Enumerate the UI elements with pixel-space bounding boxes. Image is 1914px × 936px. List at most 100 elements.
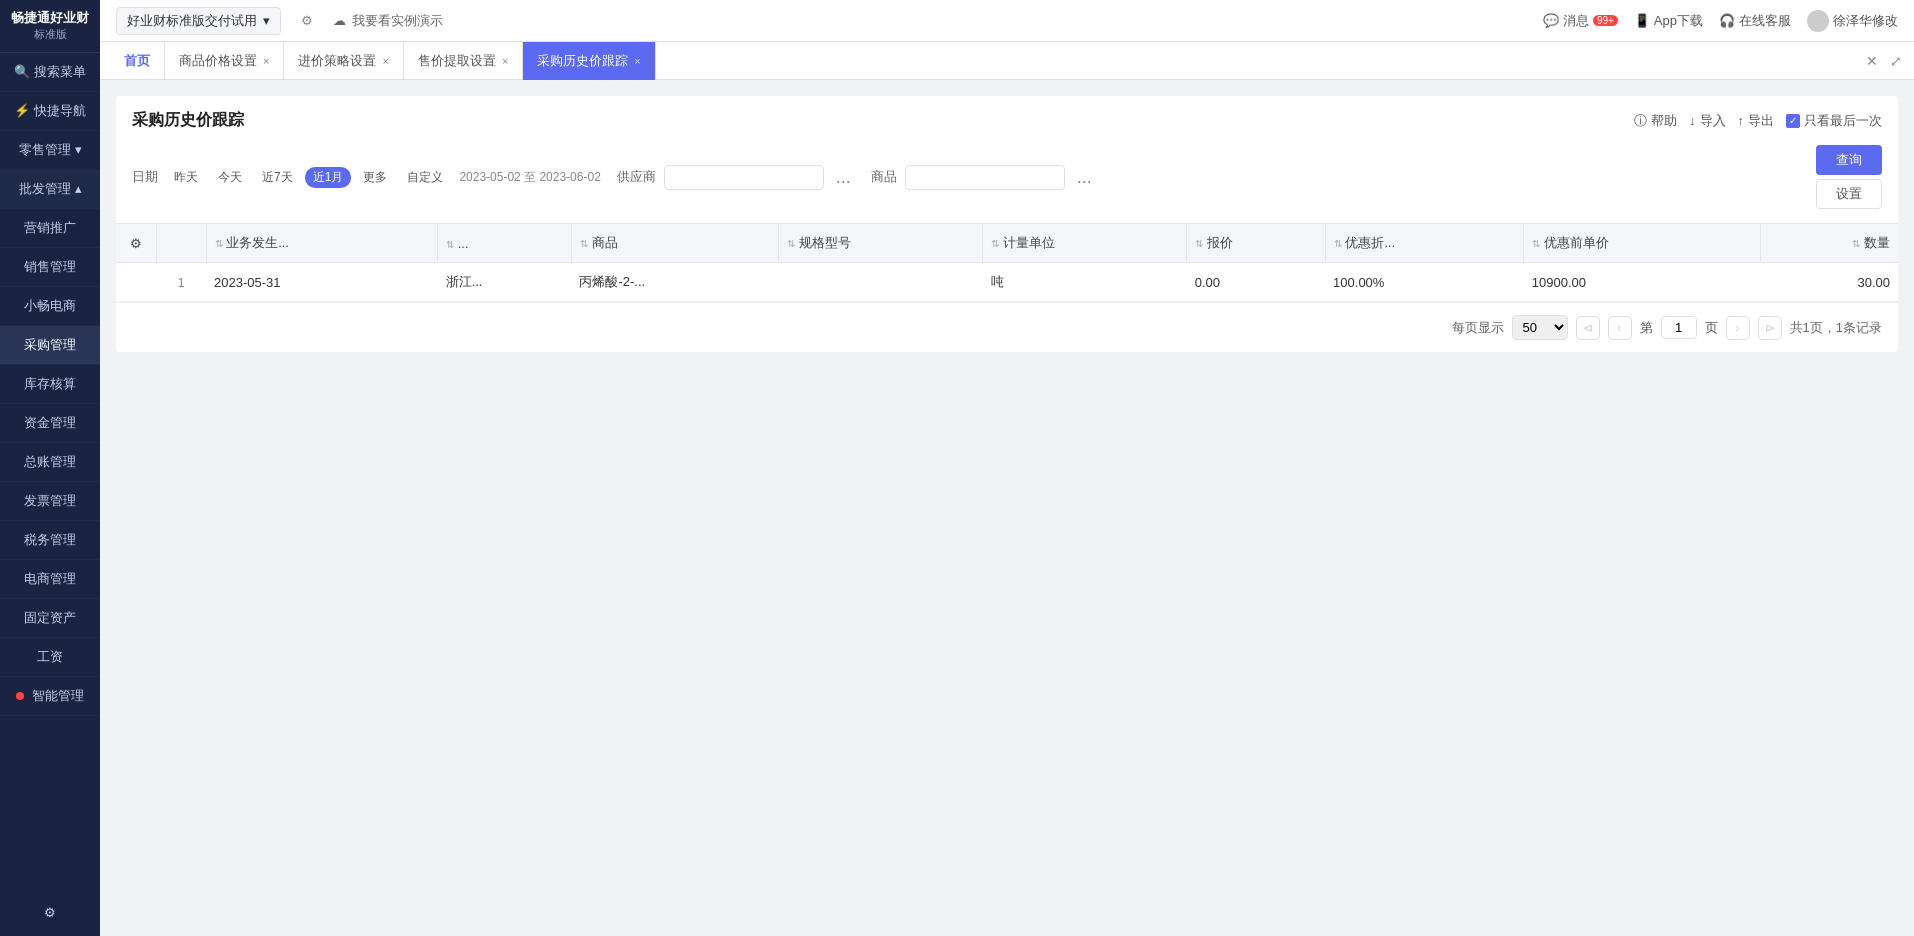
th-qty[interactable]: ⇅ 数量 bbox=[1761, 224, 1898, 263]
th-date[interactable]: ⇅ 业务发生... bbox=[206, 224, 438, 263]
td-discount: 100.00% bbox=[1325, 263, 1524, 302]
sidebar-item-invoice[interactable]: 发票管理 bbox=[0, 482, 100, 521]
sidebar-item-marketing[interactable]: 营销推广 bbox=[0, 209, 100, 248]
sidebar-item-label: 批发管理 bbox=[19, 180, 71, 198]
sidebar-item-salary[interactable]: 工资 bbox=[0, 638, 100, 677]
per-page-select[interactable]: 50 10 20 100 bbox=[1512, 315, 1568, 340]
export-label: 导出 bbox=[1748, 112, 1774, 130]
sidebar-item-inventory[interactable]: 库存核算 bbox=[0, 365, 100, 404]
sidebar-item-label: 发票管理 bbox=[24, 492, 76, 510]
supplier-input[interactable] bbox=[664, 165, 824, 190]
prev-page-btn[interactable]: ‹ bbox=[1608, 316, 1632, 340]
page-card: 采购历史价跟踪 ⓘ 帮助 ↓ 导入 ↑ 导出 bbox=[116, 96, 1898, 352]
page-number-input[interactable] bbox=[1661, 316, 1697, 339]
online-service-btn[interactable]: 🎧 在线客服 bbox=[1719, 12, 1791, 30]
sidebar-item-quicknav[interactable]: ⚡ 快捷导航 bbox=[0, 92, 100, 131]
sidebar-item-tax[interactable]: 税务管理 bbox=[0, 521, 100, 560]
first-page-btn[interactable]: ⊲ bbox=[1576, 316, 1600, 340]
supplier-more-btn[interactable]: ... bbox=[832, 168, 855, 186]
td-unit: 吨 bbox=[983, 263, 1187, 302]
goods-input[interactable] bbox=[905, 165, 1065, 190]
sort-icon: ⇅ bbox=[1334, 238, 1342, 249]
tab-sale-price-extract[interactable]: 售价提取设置 × bbox=[404, 42, 523, 80]
tab-label: 采购历史价跟踪 bbox=[537, 52, 628, 70]
import-btn[interactable]: ↓ 导入 bbox=[1689, 112, 1726, 130]
tab-purchase-price-strategy[interactable]: 进价策略设置 × bbox=[284, 42, 403, 80]
edition-label: 好业财标准版交付试用 bbox=[127, 12, 257, 30]
th-extra[interactable]: ⇅ ... bbox=[438, 224, 572, 263]
sidebar-item-label: 固定资产 bbox=[24, 609, 76, 627]
window-maximize-btn[interactable]: ⤢ bbox=[1888, 53, 1904, 69]
edition-selector[interactable]: 好业财标准版交付试用 ▾ bbox=[116, 7, 281, 35]
sidebar-item-ecommerce-small[interactable]: 小畅电商 bbox=[0, 287, 100, 326]
sidebar-settings-btn[interactable]: ⚙ bbox=[38, 899, 62, 926]
page-label: 第 bbox=[1640, 319, 1653, 337]
sidebar-item-label: 销售管理 bbox=[24, 258, 76, 276]
demo-label: 我要看实例演示 bbox=[352, 12, 443, 30]
date-option-1month[interactable]: 近1月 bbox=[305, 167, 352, 188]
message-btn[interactable]: 💬 消息 99+ bbox=[1543, 12, 1618, 30]
sidebar-item-ai[interactable]: 智能管理 bbox=[0, 677, 100, 716]
content-area: 采购历史价跟踪 ⓘ 帮助 ↓ 导入 ↑ 导出 bbox=[100, 80, 1914, 936]
th-quote[interactable]: ⇅ 报价 bbox=[1187, 224, 1325, 263]
sidebar-item-sales[interactable]: 销售管理 bbox=[0, 248, 100, 287]
chevron-up-icon: ▴ bbox=[75, 181, 82, 196]
th-price[interactable]: ⇅ 优惠前单价 bbox=[1524, 224, 1761, 263]
settings-btn[interactable]: 设置 bbox=[1816, 179, 1882, 209]
tab-home[interactable]: 首页 bbox=[110, 42, 165, 80]
th-gear[interactable]: ⚙ bbox=[116, 224, 156, 263]
user-btn[interactable]: 徐泽华修改 bbox=[1807, 10, 1898, 32]
sort-icon: ⇅ bbox=[215, 238, 223, 249]
td-goods: 丙烯酸-2-... bbox=[571, 263, 778, 302]
message-icon: 💬 bbox=[1543, 13, 1559, 28]
tab-purchase-history[interactable]: 采购历史价跟踪 × bbox=[523, 42, 655, 80]
th-price-label: 优惠前单价 bbox=[1544, 235, 1609, 250]
only-last-checkbox[interactable]: 只看最后一次 bbox=[1786, 112, 1882, 130]
per-page-label: 每页显示 bbox=[1452, 319, 1504, 337]
th-date-label: 业务发生... bbox=[226, 235, 289, 250]
sidebar-item-ledger[interactable]: 总账管理 bbox=[0, 443, 100, 482]
date-option-yesterday[interactable]: 昨天 bbox=[166, 167, 206, 188]
close-icon[interactable]: × bbox=[382, 55, 388, 67]
next-page-btn[interactable]: › bbox=[1726, 316, 1750, 340]
date-option-custom[interactable]: 自定义 bbox=[399, 167, 451, 188]
th-unit[interactable]: ⇅ 计量单位 bbox=[983, 224, 1187, 263]
close-icon[interactable]: × bbox=[634, 55, 640, 67]
th-spec[interactable]: ⇅ 规格型号 bbox=[778, 224, 982, 263]
sidebar-item-wholesale[interactable]: 批发管理 ▴ bbox=[0, 170, 100, 209]
sidebar-item-label: 工资 bbox=[37, 648, 63, 666]
demo-btn[interactable]: ☁ 我要看实例演示 bbox=[333, 12, 443, 30]
sort-icon: ⇅ bbox=[580, 238, 588, 249]
sidebar-logo: 畅捷通好业财 标准版 bbox=[0, 0, 100, 53]
sidebar-item-search[interactable]: 🔍 搜索菜单 bbox=[0, 53, 100, 92]
th-goods[interactable]: ⇅ 商品 bbox=[571, 224, 778, 263]
date-filter-group: 日期 昨天 今天 近7天 近1月 更多 自定义 2023-05-02 至 202… bbox=[132, 167, 601, 188]
tabbar: 首页 商品价格设置 × 进价策略设置 × 售价提取设置 × 采购历史价跟踪 × … bbox=[100, 42, 1914, 80]
td-extra: 浙江... bbox=[438, 263, 572, 302]
app-download-btn[interactable]: 📱 App下载 bbox=[1634, 12, 1703, 30]
sidebar-item-retail[interactable]: 零售管理 ▾ bbox=[0, 131, 100, 170]
table-row: 1 2023-05-31 浙江... 丙烯酸-2-... 吨 0.00 100.… bbox=[116, 263, 1898, 302]
close-icon[interactable]: × bbox=[502, 55, 508, 67]
chevron-down-icon: ▾ bbox=[263, 13, 270, 28]
close-icon[interactable]: × bbox=[263, 55, 269, 67]
window-close-btn[interactable]: ✕ bbox=[1864, 53, 1880, 69]
goods-more-btn[interactable]: ... bbox=[1073, 168, 1096, 186]
query-btn[interactable]: 查询 bbox=[1816, 145, 1882, 175]
search-icon: 🔍 bbox=[14, 64, 30, 79]
last-page-btn[interactable]: ⊳ bbox=[1758, 316, 1782, 340]
sidebar-item-finance[interactable]: 资金管理 bbox=[0, 404, 100, 443]
th-discount[interactable]: ⇅ 优惠折... bbox=[1325, 224, 1524, 263]
date-options: 昨天 今天 近7天 近1月 更多 自定义 bbox=[166, 167, 451, 188]
date-option-7days[interactable]: 近7天 bbox=[254, 167, 301, 188]
sidebar-item-purchase[interactable]: 采购管理 bbox=[0, 326, 100, 365]
help-btn[interactable]: ⓘ 帮助 bbox=[1634, 112, 1677, 130]
date-option-today[interactable]: 今天 bbox=[210, 167, 250, 188]
sidebar-item-ecommerce[interactable]: 电商管理 bbox=[0, 560, 100, 599]
sidebar-item-label: 快捷导航 bbox=[34, 102, 86, 120]
settings-gear-btn[interactable]: ⚙ bbox=[291, 9, 323, 32]
export-btn[interactable]: ↑ 导出 bbox=[1738, 112, 1775, 130]
date-option-more[interactable]: 更多 bbox=[355, 167, 395, 188]
tab-goods-price[interactable]: 商品价格设置 × bbox=[165, 42, 284, 80]
sidebar-item-fixed-assets[interactable]: 固定资产 bbox=[0, 599, 100, 638]
